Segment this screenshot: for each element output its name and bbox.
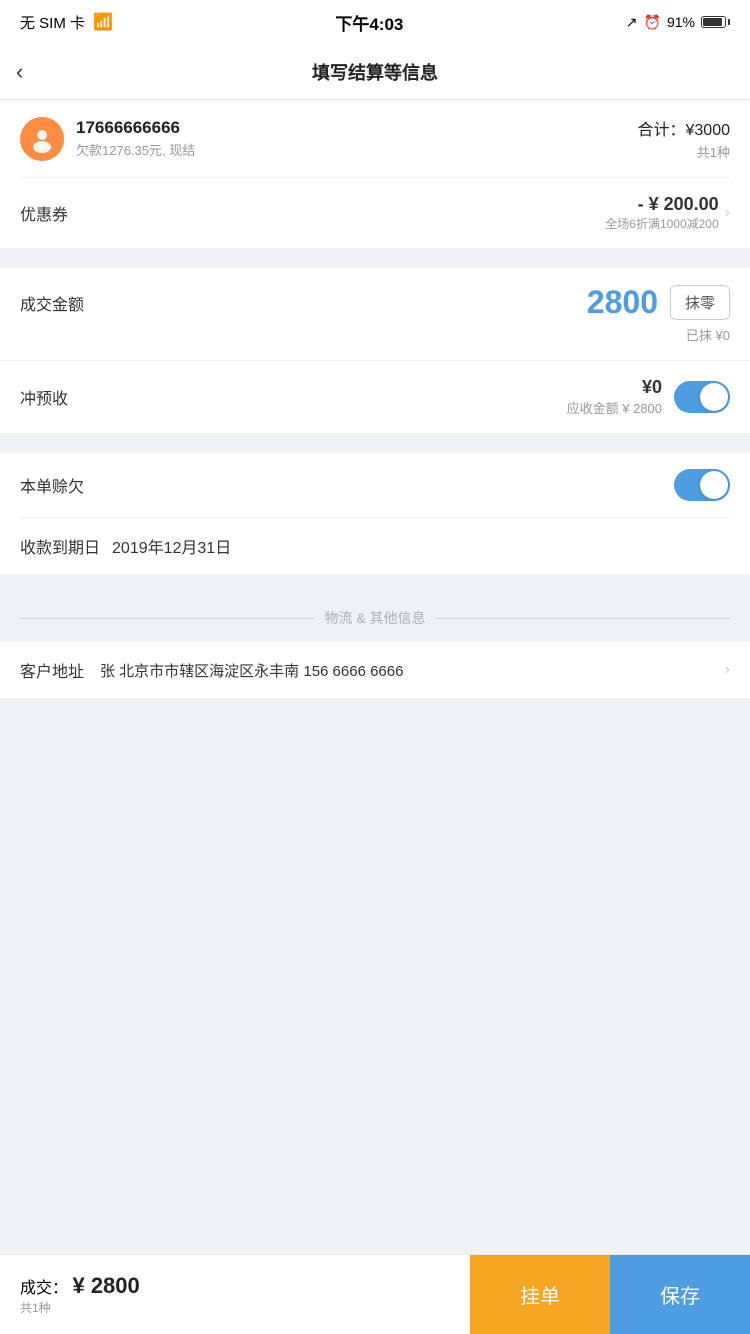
address-section[interactable]: 客户地址 张 北京市市辖区海淀区永丰南 156 6666 6666 › (0, 642, 750, 698)
battery-bar (701, 16, 730, 28)
round-button[interactable]: 抹零 (670, 285, 730, 320)
alarm-icon: ⏰ (644, 14, 661, 31)
wifi-icon: 📶 (93, 12, 113, 32)
hold-button[interactable]: 挂单 (470, 1255, 610, 1334)
deficit-label: 本单赊欠 (20, 473, 84, 497)
location-icon: ↗ (626, 14, 638, 31)
precollect-section: 冲预收 ¥0 应收金额 ¥ 2800 (0, 360, 750, 433)
deficit-section: 本单赊欠 (0, 453, 750, 517)
toggle-knob (700, 383, 728, 411)
duedate-label: 收款到期日 (20, 534, 100, 558)
duedate-section: 收款到期日 2019年12月31日 (0, 518, 750, 574)
coupon-right: - ¥ 200.00 全场6折满1000减200 › (605, 194, 730, 232)
customer-right: 合计：¥3000 共1种 (638, 116, 731, 161)
address-chevron-icon: › (725, 661, 730, 679)
battery-tip (728, 19, 730, 25)
battery-fill (703, 18, 722, 26)
address-label: 客户地址 (20, 658, 84, 682)
address-value: 张 北京市市辖区海淀区永丰南 156 6666 6666 (100, 660, 725, 681)
coupon-row[interactable]: 优惠券 - ¥ 200.00 全场6折满1000减200 › (0, 178, 750, 248)
battery-percent: 91% (667, 14, 695, 30)
coupon-label: 优惠券 (20, 201, 68, 225)
bottom-actions: 挂单 保存 (470, 1255, 750, 1334)
summary-sub: 共1种 (20, 1299, 450, 1316)
total-sub: 共1种 (638, 142, 731, 161)
bottom-label-row: 成交： ¥ 2800 (20, 1273, 450, 1299)
coupon-amount: - ¥ 200.00 (605, 194, 718, 215)
sep-line-left (20, 618, 314, 619)
amount-sub: 已抹 ¥0 (20, 325, 730, 344)
save-button[interactable]: 保存 (610, 1255, 750, 1334)
back-button[interactable]: ‹ (16, 59, 23, 85)
chevron-right-icon: › (725, 204, 730, 222)
precollect-right: ¥0 应收金额 ¥ 2800 (567, 377, 730, 417)
coupon-info: - ¥ 200.00 全场6折满1000减200 (605, 194, 718, 232)
content: 17666666666 欠款1276.35元, 现结 合计：¥3000 共1种 … (0, 100, 750, 808)
logistics-sep-text: 物流 & 其他信息 (324, 608, 425, 628)
section-gap-3 (0, 584, 750, 594)
status-time: 下午4:03 (335, 10, 403, 35)
customer-row: 17666666666 欠款1276.35元, 现结 合计：¥3000 共1种 (0, 100, 750, 177)
status-right: ↗ ⏰ 91% (626, 14, 730, 31)
precollect-label: 冲预收 (20, 385, 68, 409)
summary-label: 成交： (20, 1280, 68, 1297)
address-card: 客户地址 张 北京市市辖区海淀区永丰南 156 6666 6666 › (0, 642, 750, 698)
status-left: 无 SIM 卡 📶 (20, 12, 113, 33)
transaction-card: 成交金额 2800 抹零 已抹 ¥0 冲预收 ¥0 应收金额 ¥ 2800 (0, 268, 750, 433)
customer-info: 17666666666 欠款1276.35元, 现结 (76, 118, 195, 159)
summary-amount: ¥ 2800 (72, 1273, 139, 1298)
deficit-toggle-knob (700, 471, 728, 499)
amount-value: 2800 (587, 284, 658, 321)
deficit-card: 本单赊欠 收款到期日 2019年12月31日 (0, 453, 750, 574)
logistics-separator: 物流 & 其他信息 (0, 594, 750, 642)
amount-section: 成交金额 2800 抹零 已抹 ¥0 (0, 268, 750, 360)
customer-subtitle: 欠款1276.35元, 现结 (76, 140, 195, 159)
header: ‹ 填写结算等信息 (0, 44, 750, 100)
page-title: 填写结算等信息 (312, 59, 438, 85)
precollect-sub: 应收金额 ¥ 2800 (567, 398, 662, 417)
precollect-toggle[interactable] (674, 381, 730, 413)
battery-body (701, 16, 726, 28)
amount-row: 成交金额 2800 抹零 (20, 284, 730, 321)
sep-line-right (436, 618, 730, 619)
avatar (20, 117, 64, 161)
precollect-info: ¥0 应收金额 ¥ 2800 (567, 377, 662, 417)
deficit-toggle[interactable] (674, 469, 730, 501)
carrier-label: 无 SIM 卡 (20, 12, 85, 33)
precollect-amount: ¥0 (567, 377, 662, 398)
bottom-summary: 成交： ¥ 2800 共1种 (0, 1273, 470, 1316)
duedate-row: 收款到期日 2019年12月31日 (20, 534, 730, 558)
section-gap-2 (0, 443, 750, 453)
customer-card: 17666666666 欠款1276.35元, 现结 合计：¥3000 共1种 … (0, 100, 750, 248)
status-bar: 无 SIM 卡 📶 下午4:03 ↗ ⏰ 91% (0, 0, 750, 44)
section-gap-1 (0, 258, 750, 268)
coupon-detail: 全场6折满1000减200 (605, 215, 718, 232)
amount-right: 2800 抹零 (587, 284, 730, 321)
total-amount: 合计：¥3000 (638, 116, 731, 140)
customer-phone: 17666666666 (76, 118, 195, 138)
precollect-row: 冲预收 ¥0 应收金额 ¥ 2800 (20, 377, 730, 417)
duedate-value: 2019年12月31日 (112, 534, 231, 558)
bottom-bar: 成交： ¥ 2800 共1种 挂单 保存 (0, 1254, 750, 1334)
customer-left: 17666666666 欠款1276.35元, 现结 (20, 117, 195, 161)
amount-label: 成交金额 (20, 291, 84, 315)
